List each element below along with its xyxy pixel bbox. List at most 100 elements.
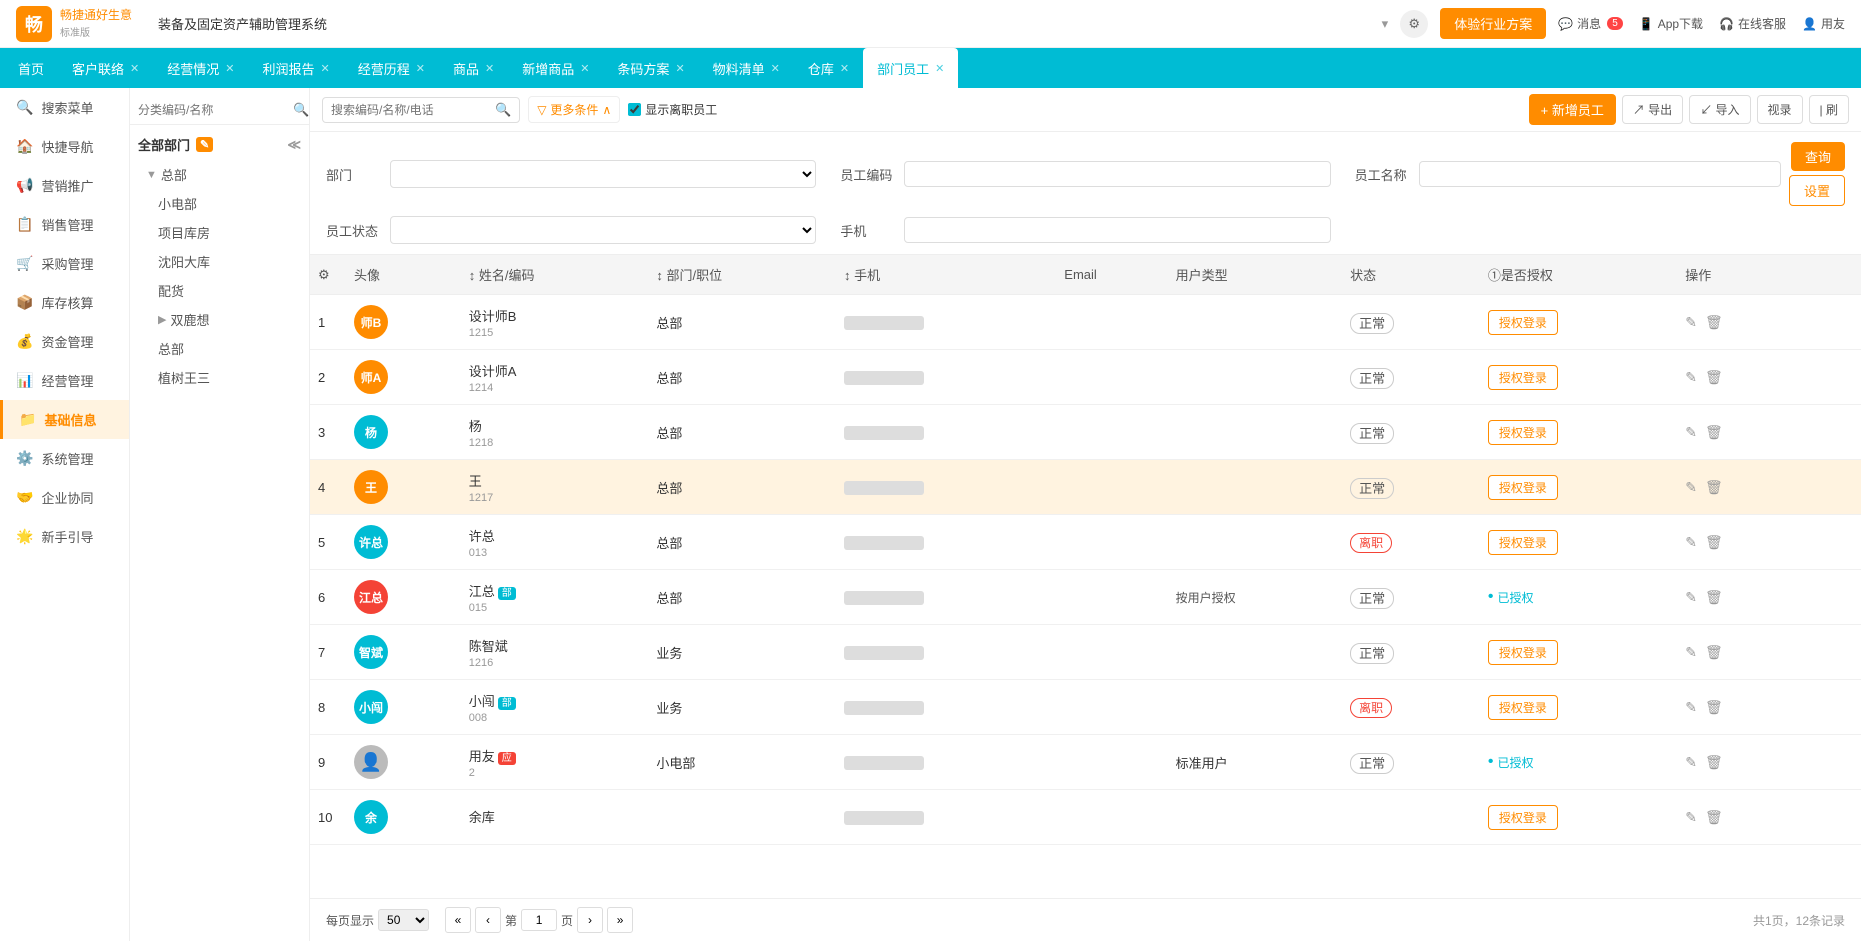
auth-btn[interactable]: 授权登录 — [1488, 640, 1558, 665]
gear-icon[interactable]: ⚙ — [1400, 10, 1428, 38]
nav-item-利润报告[interactable]: 利润报告✕ — [248, 48, 343, 88]
dropdown-arrow[interactable]: ▾ — [1382, 16, 1389, 32]
nav-close-icon[interactable]: ✕ — [840, 62, 849, 75]
sidebar-item-库存核算[interactable]: 📦库存核算 — [0, 283, 129, 322]
show-resigned-input[interactable] — [628, 103, 641, 116]
sidebar-item-系统管理[interactable]: ⚙️系统管理 — [0, 439, 129, 478]
col-settings[interactable]: ⚙ — [310, 255, 346, 295]
print-button[interactable]: | 刷 — [1809, 95, 1849, 124]
nav-close-icon[interactable]: ✕ — [935, 62, 944, 75]
delete-icon[interactable]: 🗑 — [1705, 314, 1723, 331]
dept-tree-item-总部[interactable]: ▼总部 — [130, 160, 309, 189]
page-number-input[interactable] — [521, 909, 557, 931]
delete-icon[interactable]: 🗑 — [1705, 699, 1723, 716]
more-conditions-btn[interactable]: ▽ 更多条件 ∧ — [528, 96, 620, 123]
nav-item-商品[interactable]: 商品✕ — [439, 48, 508, 88]
edit-icon[interactable]: ✎ — [1685, 534, 1697, 551]
dept-tree-item-植树王三[interactable]: 植树王三 — [130, 363, 309, 392]
nav-item-客户联络[interactable]: 客户联络✕ — [58, 48, 153, 88]
auth-btn[interactable]: 授权登录 — [1488, 310, 1558, 335]
message-item[interactable]: 💬 消息 5 — [1558, 15, 1623, 32]
sidebar-item-经营管理[interactable]: 📊经营管理 — [0, 361, 129, 400]
experience-button[interactable]: 体验行业方案 — [1440, 8, 1546, 39]
view-button[interactable]: 视录 — [1757, 95, 1803, 124]
nav-item-新增商品[interactable]: 新增商品✕ — [508, 48, 603, 88]
edit-icon[interactable]: ✎ — [1685, 589, 1697, 606]
user-item[interactable]: 👤 用友 — [1802, 15, 1845, 32]
dept-collapse-icon[interactable]: ≪ — [287, 137, 301, 153]
app-download-item[interactable]: 📱 App下载 — [1639, 15, 1703, 32]
dept-tree-item-配货[interactable]: 配货 — [130, 276, 309, 305]
sidebar-item-企业协同[interactable]: 🤝企业协同 — [0, 478, 129, 517]
last-page-btn[interactable]: » — [607, 907, 633, 933]
col-phone[interactable]: ↕ 手机 — [836, 255, 1056, 295]
auth-btn[interactable]: 授权登录 — [1488, 805, 1558, 830]
nav-item-经营情况[interactable]: 经营情况✕ — [153, 48, 248, 88]
nav-item-物料清单[interactable]: 物料清单✕ — [699, 48, 794, 88]
show-resigned-checkbox[interactable]: 显示离职员工 — [628, 101, 717, 118]
nav-close-icon[interactable]: ✕ — [225, 62, 234, 75]
sidebar-item-快捷导航[interactable]: 🏠快捷导航 — [0, 127, 129, 166]
auth-btn[interactable]: 授权登录 — [1488, 530, 1558, 555]
dept-search-input[interactable] — [138, 103, 293, 117]
col-name[interactable]: ↕ 姓名/编码 — [461, 255, 649, 295]
edit-icon[interactable]: ✎ — [1685, 424, 1697, 441]
edit-icon[interactable]: ✎ — [1685, 314, 1697, 331]
nav-close-icon[interactable]: ✕ — [321, 62, 330, 75]
export-button[interactable]: ↗ 导出 — [1622, 95, 1683, 124]
delete-icon[interactable]: 🗑 — [1705, 644, 1723, 661]
sidebar-item-新手引导[interactable]: 🌟新手引导 — [0, 517, 129, 556]
nav-item-首页[interactable]: 首页 — [4, 48, 58, 88]
dept-tree-item-项目库房[interactable]: 项目库房 — [130, 218, 309, 247]
prev-page-btn[interactable]: ‹ — [475, 907, 501, 933]
dept-tree-item-沈阳大库[interactable]: 沈阳大库 — [130, 247, 309, 276]
dept-edit-icon[interactable]: ✎ — [196, 137, 213, 152]
sidebar-item-基础信息[interactable]: 📁基础信息 — [0, 400, 129, 439]
search-icon[interactable]: 🔍 — [495, 102, 511, 118]
delete-icon[interactable]: 🗑 — [1705, 369, 1723, 386]
nav-item-仓库[interactable]: 仓库✕ — [794, 48, 863, 88]
auth-btn[interactable]: 授权登录 — [1488, 475, 1558, 500]
nav-close-icon[interactable]: ✕ — [485, 62, 494, 75]
dept-tree-item-总部[interactable]: 总部 — [130, 334, 309, 363]
emp-name-input[interactable] — [1419, 161, 1781, 187]
nav-close-icon[interactable]: ✕ — [771, 62, 780, 75]
employee-search-input[interactable] — [331, 103, 491, 117]
import-button[interactable]: ↙ 导入 — [1689, 95, 1750, 124]
delete-icon[interactable]: 🗑 — [1705, 479, 1723, 496]
sidebar-item-销售管理[interactable]: 📋销售管理 — [0, 205, 129, 244]
nav-close-icon[interactable]: ✕ — [580, 62, 589, 75]
status-filter-select[interactable] — [390, 216, 816, 244]
delete-icon[interactable]: 🗑 — [1705, 589, 1723, 606]
sidebar-item-资金管理[interactable]: 💰资金管理 — [0, 322, 129, 361]
auth-btn[interactable]: 授权登录 — [1488, 365, 1558, 390]
auth-btn[interactable]: 授权登录 — [1488, 420, 1558, 445]
edit-icon[interactable]: ✎ — [1685, 369, 1697, 386]
nav-close-icon[interactable]: ✕ — [130, 62, 139, 75]
nav-item-条码方案[interactable]: 条码方案✕ — [603, 48, 698, 88]
phone-filter-input[interactable] — [904, 217, 1330, 243]
edit-icon[interactable]: ✎ — [1685, 479, 1697, 496]
online-service-item[interactable]: 🎧 在线客服 — [1719, 15, 1786, 32]
edit-icon[interactable]: ✎ — [1685, 809, 1697, 826]
nav-close-icon[interactable]: ✕ — [675, 62, 684, 75]
delete-icon[interactable]: 🗑 — [1705, 424, 1723, 441]
dept-tree-item-双鹿想[interactable]: ▶双鹿想 — [130, 305, 309, 334]
delete-icon[interactable]: 🗑 — [1705, 754, 1723, 771]
delete-icon[interactable]: 🗑 — [1705, 534, 1723, 551]
dept-tree-item-小电部[interactable]: 小电部 — [130, 189, 309, 218]
sidebar-item-采购管理[interactable]: 🛒采购管理 — [0, 244, 129, 283]
dept-filter-select[interactable] — [390, 160, 816, 188]
sidebar-item-搜索菜单[interactable]: 🔍搜索菜单 — [0, 88, 129, 127]
per-page-select[interactable]: 50 20 100 — [378, 909, 429, 931]
col-dept[interactable]: ↕ 部门/职位 — [648, 255, 836, 295]
set-button[interactable]: 设置 — [1789, 175, 1845, 206]
edit-icon[interactable]: ✎ — [1685, 644, 1697, 661]
query-button[interactable]: 查询 — [1791, 142, 1845, 171]
nav-item-经营历程[interactable]: 经营历程✕ — [344, 48, 439, 88]
add-employee-button[interactable]: + 新增员工 — [1529, 94, 1616, 125]
emp-code-input[interactable] — [904, 161, 1330, 187]
dept-search-icon[interactable]: 🔍 — [293, 102, 309, 118]
delete-icon[interactable]: 🗑 — [1705, 809, 1723, 826]
edit-icon[interactable]: ✎ — [1685, 699, 1697, 716]
